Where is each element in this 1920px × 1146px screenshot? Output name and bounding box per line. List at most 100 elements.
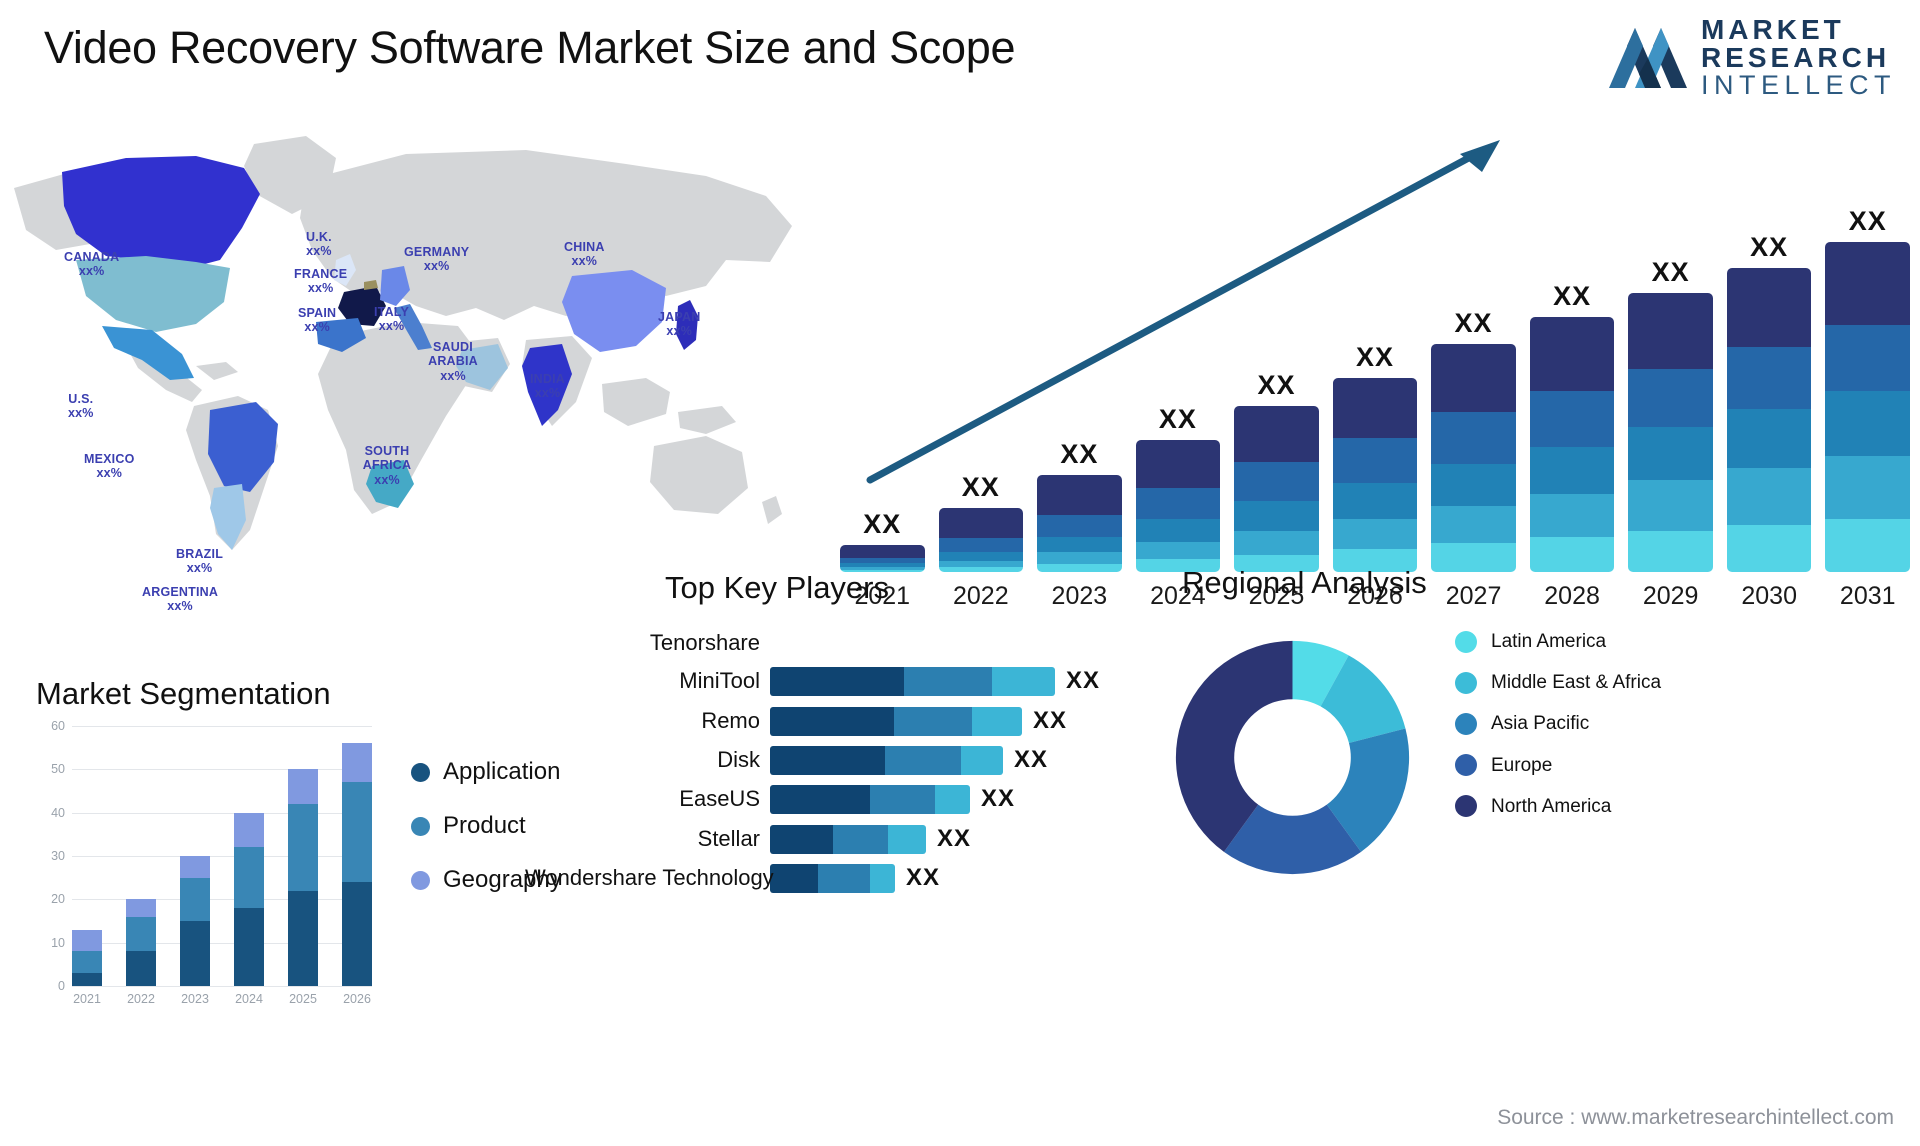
forecast-bar-segment xyxy=(1529,391,1615,447)
segmentation-bar-column xyxy=(342,726,372,986)
legend-label: Product xyxy=(443,812,526,839)
forecast-bar-segment xyxy=(1825,242,1911,325)
player-bar-segment xyxy=(770,666,904,696)
player-value: XX xyxy=(981,785,1016,812)
player-bar-segment xyxy=(894,706,972,736)
segmentation-y-tick: 40 xyxy=(51,805,65,820)
player-name: MiniTool xyxy=(679,668,760,693)
forecast-bar-segment xyxy=(840,544,925,558)
forecast-bar-segment xyxy=(1332,483,1418,520)
segmentation-x-tick: 2025 xyxy=(289,992,317,1006)
map-label: JAPAN xx% xyxy=(658,310,700,339)
player-row: EaseUS XX xyxy=(525,784,1125,814)
player-name: Stellar xyxy=(697,826,760,851)
map-country-value: xx% xyxy=(167,599,193,614)
world-map: CANADA xx% U.S. xx% MEXICO xx% BRAZIL xx% AR… xyxy=(6,110,806,613)
legend-dot-icon xyxy=(411,870,430,890)
player-bar xyxy=(770,824,926,854)
player-bar-segment xyxy=(888,824,926,854)
forecast-bar-value: XX xyxy=(1848,206,1887,236)
legend-dot-icon xyxy=(1455,754,1477,777)
regional-legend: Latin America Middle East & Africa Asia Pa… xyxy=(1455,630,1661,818)
player-row: Wondershare Technology XX xyxy=(525,863,1125,893)
forecast-bar-stack xyxy=(1628,293,1713,572)
map-country-name: JAPAN xyxy=(658,310,701,324)
forecast-bar-segment xyxy=(1726,268,1812,348)
segmentation-bar-segment xyxy=(234,847,264,908)
regional-donut xyxy=(1160,625,1425,890)
forecast-bar-column: XX xyxy=(1726,232,1812,572)
player-bar xyxy=(770,863,895,893)
legend-label: Europe xyxy=(1491,754,1553,776)
player-row: Remo XX xyxy=(525,706,1125,736)
map-country-name: GERMANY xyxy=(404,245,470,259)
legend-label: Middle East & Africa xyxy=(1491,672,1662,694)
forecast-bar-value: XX xyxy=(1257,370,1296,401)
player-name: Wondershare Technology xyxy=(525,865,774,890)
segmentation-bar-segment xyxy=(288,890,318,986)
player-bar-segment xyxy=(833,824,888,854)
player-bar-segment xyxy=(992,666,1055,696)
map-country-value: xx% xyxy=(68,406,94,421)
player-bar-segment xyxy=(770,863,818,893)
forecast-bar-segment xyxy=(1135,487,1221,520)
player-bar-segment xyxy=(818,863,870,893)
forecast-bar-value: XX xyxy=(1454,308,1493,339)
regional-legend-item: Middle East & Africa xyxy=(1455,671,1661,694)
player-value: XX xyxy=(1014,746,1049,773)
forecast-bar-value: XX xyxy=(961,471,1000,502)
segmentation-bar-column xyxy=(234,726,264,986)
segmentation-bar-segment xyxy=(72,951,102,973)
map-country-name: U.K. xyxy=(306,230,332,244)
map-label: ITALY xx% xyxy=(374,305,409,334)
legend-label: North America xyxy=(1491,795,1612,817)
forecast-bar-segment xyxy=(1234,531,1319,555)
segmentation-bar-segment xyxy=(72,929,102,952)
map-country-name: SOUTH AFRICA xyxy=(362,444,412,473)
map-label: BRAZIL xx% xyxy=(176,547,223,576)
forecast-bar-segment xyxy=(1135,541,1221,560)
map-label: CANADA xx% xyxy=(64,250,119,279)
segmentation-y-tick: 0 xyxy=(58,979,65,993)
forecast-bar-column: XX xyxy=(1332,342,1418,572)
player-bar-segment xyxy=(770,745,885,775)
forecast-bar-segment xyxy=(1037,474,1122,515)
forecast-bar-segment xyxy=(1234,501,1319,532)
forecast-bar-stack xyxy=(1037,474,1122,572)
forecast-bars: XX XX XX XX XX XX XX XX XX XX XX xyxy=(840,182,1911,572)
forecast-bar-segment xyxy=(1628,480,1713,532)
forecast-bar-segment xyxy=(1825,391,1911,456)
segmentation-bar-segment xyxy=(126,916,156,952)
map-label: SAUDI ARABIA xx% xyxy=(418,340,488,383)
segmentation-bar-segment xyxy=(234,812,264,848)
regional-analysis-chart: Regional Analysis Latin America Middle Ea… xyxy=(1160,565,1900,925)
segmentation-bar-segment xyxy=(180,877,210,921)
segmentation-x-tick: 2026 xyxy=(343,992,371,1006)
map-country-name: ARGENTINA xyxy=(142,585,219,599)
player-name: Remo xyxy=(701,708,760,733)
forecast-bar-column: XX xyxy=(938,471,1024,572)
forecast-bar-column: XX xyxy=(1234,370,1319,572)
forecast-bar-segment xyxy=(1628,368,1713,428)
map-country-name: ITALY xyxy=(374,305,410,319)
map-country-value: xx% xyxy=(440,368,466,383)
regional-legend-item: North America xyxy=(1455,795,1661,818)
forecast-bar-segment xyxy=(938,538,1024,552)
player-name: Disk xyxy=(717,747,760,772)
forecast-bar-segment xyxy=(1332,519,1418,550)
segmentation-bar-segment xyxy=(342,782,372,882)
map-country-name: BRAZIL xyxy=(176,547,224,561)
forecast-bar-segment xyxy=(1529,317,1615,392)
segmentation-x-tick: 2021 xyxy=(73,992,101,1006)
player-row: Tenorshare xyxy=(525,628,1125,658)
infographic-page: Video Recovery Software Market Size and … xyxy=(0,0,1920,1146)
forecast-bar-stack xyxy=(1135,440,1221,572)
map-country-value: xx% xyxy=(96,466,123,481)
forecast-bar-segment xyxy=(1825,324,1911,392)
segmentation-bar-segment xyxy=(288,804,318,891)
map-label: SPAIN xx% xyxy=(298,306,336,335)
map-country-name: CHINA xyxy=(564,240,605,254)
segmentation-bar-segment xyxy=(72,973,102,986)
player-bar xyxy=(770,666,1055,696)
segmentation-bar-segment xyxy=(180,856,210,878)
